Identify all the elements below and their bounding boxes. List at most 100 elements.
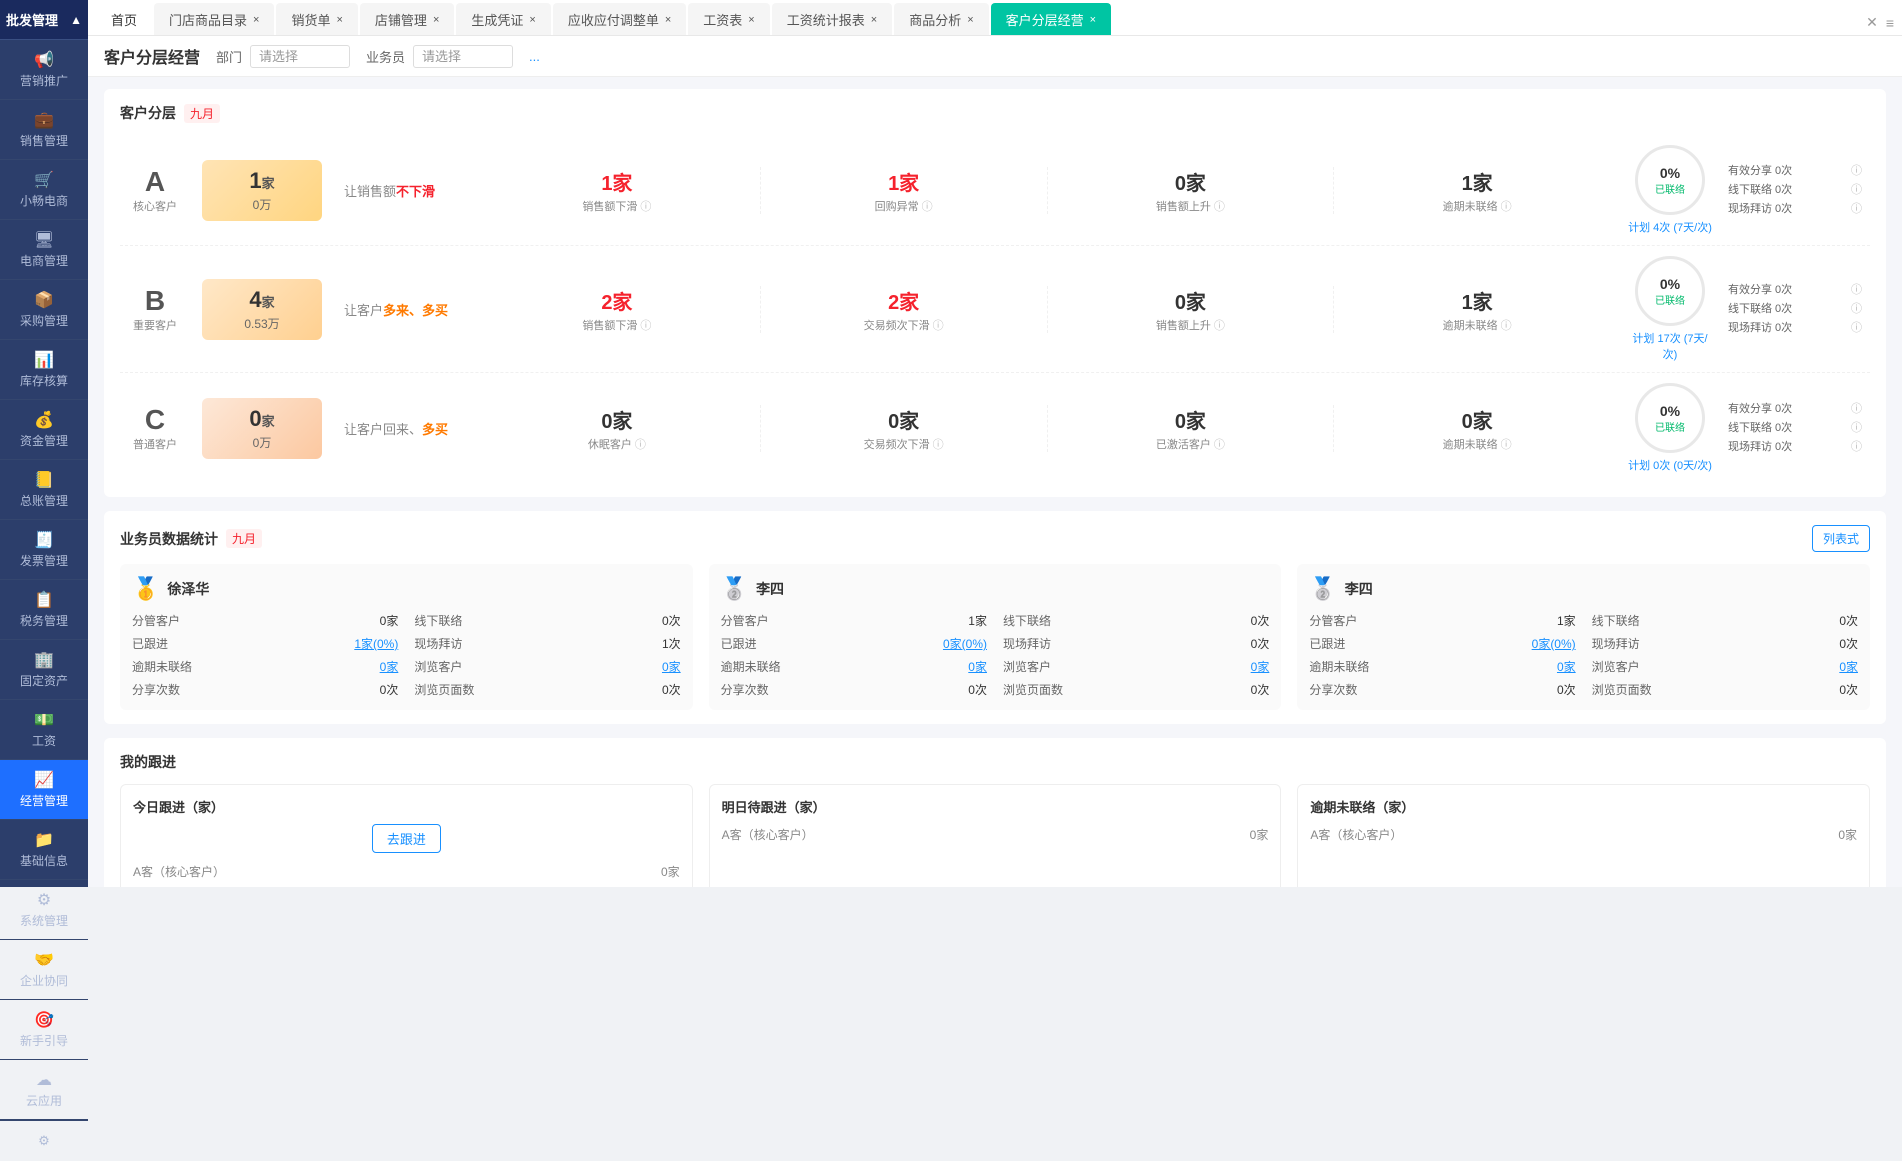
tab-9[interactable]: 客户分层经营× (991, 3, 1111, 35)
sidebar-item-工资[interactable]: 💵工资 (0, 700, 88, 760)
sidebar-item-采购管理[interactable]: 📦采购管理 (0, 280, 88, 340)
sidebar-item-云应用[interactable]: ☁云应用 (0, 1060, 88, 1120)
sidebar-icon-15: 🤝 (0, 950, 88, 970)
tab-2[interactable]: 销货单× (276, 3, 357, 35)
tab-5[interactable]: 应收应付调整单× (553, 3, 686, 35)
info-icon-2-3[interactable]: ⓘ (1501, 436, 1512, 452)
rep-select[interactable]: 请选择 (413, 45, 513, 68)
sidebar-item-经营管理[interactable]: 📈经营管理 (0, 760, 88, 820)
plan-link-1[interactable]: 计划 17次 (7天/次) (1632, 333, 1707, 361)
right-info-icon-1-1[interactable]: ⓘ (1851, 300, 1862, 316)
sidebar-label-4: 采购管理 (20, 314, 68, 328)
tab-4[interactable]: 生成凭证× (456, 3, 550, 35)
sidebar-item-系统管理[interactable]: ⚙系统管理 (0, 880, 88, 940)
sidebar-item-基础信息[interactable]: 📁基础信息 (0, 820, 88, 880)
info-icon-1-1[interactable]: ⓘ (933, 317, 944, 333)
info-icon-0-3[interactable]: ⓘ (1501, 198, 1512, 214)
tab-8[interactable]: 商品分析× (894, 3, 988, 35)
sidebar-item-小畅电商[interactable]: 🛒小畅电商 (0, 160, 88, 220)
sidebar-item-营销推广[interactable]: 📢营销推广 (0, 40, 88, 100)
plan-link-2[interactable]: 计划 0次 (0天/次) (1628, 460, 1712, 472)
tab-label-0: 首页 (111, 10, 137, 29)
tier-circle-B: 0% 已联络 计划 17次 (7天/次) (1620, 256, 1720, 362)
rep-stat-val-0[interactable]: 0家 (662, 658, 681, 675)
sidebar-item-电商管理[interactable]: 🖥电商管理 (0, 220, 88, 280)
sidebar-item-新手引导[interactable]: 🎯新手引导 (0, 1000, 88, 1060)
sidebar-item-固定资产[interactable]: 🏢固定资产 (0, 640, 88, 700)
tab-close-6[interactable]: × (748, 14, 754, 26)
list-view-btn[interactable]: 列表式 (1812, 525, 1870, 552)
info-icon-2-1[interactable]: ⓘ (933, 436, 944, 452)
right-stat-2-2: 现场拜访 0次ⓘ (1728, 438, 1862, 454)
sidebar-label-5: 库存核算 (20, 374, 68, 388)
tab-close-3[interactable]: × (433, 14, 439, 26)
sidebar-item-资金管理[interactable]: 💰资金管理 (0, 400, 88, 460)
tab-close-7[interactable]: × (871, 14, 877, 26)
sidebar-logo: 批发管理 ▲ (0, 0, 88, 40)
tab-close-4[interactable]: × (529, 14, 535, 26)
tab-close-9[interactable]: × (1090, 14, 1096, 26)
plan-link-0[interactable]: 计划 4次 (7天/次) (1628, 222, 1712, 234)
info-icon-0-1[interactable]: ⓘ (922, 198, 933, 214)
sidebar-item-企业协同[interactable]: 🤝企业协同 (0, 940, 88, 1000)
more-filters-btn[interactable]: ... (529, 49, 540, 64)
tab-6[interactable]: 工资表× (688, 3, 769, 35)
tab-close-2[interactable]: × (336, 14, 342, 26)
tier-stats-B: 2家销售额下滑ⓘ2家交易频次下滑ⓘ0家销售额上升ⓘ1家逾期未联络ⓘ (474, 286, 1620, 333)
sidebar-item-发票管理[interactable]: 🧾发票管理 (0, 520, 88, 580)
tab-1[interactable]: 门店商品目录× (154, 3, 274, 35)
right-info-icon-1-2[interactable]: ⓘ (1851, 319, 1862, 335)
rep-stat-val-2[interactable]: 0家 (1557, 658, 1576, 675)
rep-stat-val-0[interactable]: 0家 (380, 658, 399, 675)
info-icon-1-3[interactable]: ⓘ (1501, 317, 1512, 333)
goto-followup-btn[interactable]: 去跟进 (372, 824, 441, 853)
right-info-icon-0-2[interactable]: ⓘ (1851, 200, 1862, 216)
rep-stat-val-1[interactable]: 0家(0%) (943, 635, 987, 652)
info-icon-2-0[interactable]: ⓘ (635, 436, 646, 452)
sidebar-collapse-icon[interactable]: ▲ (70, 13, 82, 27)
rep-stat-val-1[interactable]: 0家 (968, 658, 987, 675)
sidebar-label-6: 资金管理 (20, 434, 68, 448)
sidebar-item-库存核算[interactable]: 📊库存核算 (0, 340, 88, 400)
tab-7[interactable]: 工资统计报表× (772, 3, 892, 35)
followup-header: 我的跟进 (120, 752, 1870, 772)
tab-0[interactable]: 首页 (96, 3, 152, 35)
info-icon-1-2[interactable]: ⓘ (1214, 317, 1225, 333)
dept-select[interactable]: 请选择 (250, 45, 350, 68)
rep-stats-grid-0: 分管客户0家线下联络0次已跟进1家(0%)现场拜访1次逾期未联络0家浏览客户0家… (132, 612, 681, 698)
tab-close-1[interactable]: × (253, 14, 259, 26)
tomorrow-followup-col: 明日待跟进（家） A客（核心客户） 0家 (709, 784, 1282, 887)
sidebar-label-2: 小畅电商 (20, 194, 68, 208)
tab-bar-menu[interactable]: ≡ (1886, 15, 1894, 31)
tier-count-block-B: 4家0.53万 (202, 279, 322, 340)
tier-stat-A-2: 0家销售额上升ⓘ (1048, 167, 1335, 214)
sidebar-item-总账管理[interactable]: 📒总账管理 (0, 460, 88, 520)
info-icon-0-0[interactable]: ⓘ (640, 198, 651, 214)
rep-stat-val-2[interactable]: 0家(0%) (1532, 635, 1576, 652)
tab-close-5[interactable]: × (665, 14, 671, 26)
right-info-icon-2-2[interactable]: ⓘ (1851, 438, 1862, 454)
tab-3[interactable]: 店铺管理× (360, 3, 454, 35)
tab-bar-close-all[interactable]: ✕ (1866, 14, 1878, 31)
right-info-icon-2-1[interactable]: ⓘ (1851, 419, 1862, 435)
info-icon-1-0[interactable]: ⓘ (640, 317, 651, 333)
rep-stat-val-1: 0次 (968, 681, 987, 698)
rep-stat-1-4: 逾期未联络0家 (721, 658, 987, 675)
right-info-icon-0-0[interactable]: ⓘ (1851, 162, 1862, 178)
rep-stat-val-0[interactable]: 1家(0%) (354, 635, 398, 652)
sidebar-settings[interactable]: ⚙ (0, 1120, 88, 1161)
tab-close-8[interactable]: × (967, 14, 973, 26)
right-info-icon-2-0[interactable]: ⓘ (1851, 400, 1862, 416)
right-info-icon-1-0[interactable]: ⓘ (1851, 281, 1862, 297)
rep-stat-val-1[interactable]: 0家 (1251, 658, 1270, 675)
right-info-icon-0-1[interactable]: ⓘ (1851, 181, 1862, 197)
info-icon-2-2[interactable]: ⓘ (1214, 436, 1225, 452)
info-icon-0-2[interactable]: ⓘ (1214, 198, 1225, 214)
sidebar-item-税务管理[interactable]: 📋税务管理 (0, 580, 88, 640)
sidebar-item-销售管理[interactable]: 💼销售管理 (0, 100, 88, 160)
rep-stat-val-2[interactable]: 0家 (1839, 658, 1858, 675)
tier-stat-B-3: 1家逾期未联络ⓘ (1334, 286, 1620, 333)
tier-label-C: C普通客户 (120, 404, 190, 452)
rep-stat-1-6: 分享次数0次 (721, 681, 987, 698)
tier-right-stats-B: 有效分享 0次ⓘ线下联络 0次ⓘ现场拜访 0次ⓘ (1720, 281, 1870, 338)
